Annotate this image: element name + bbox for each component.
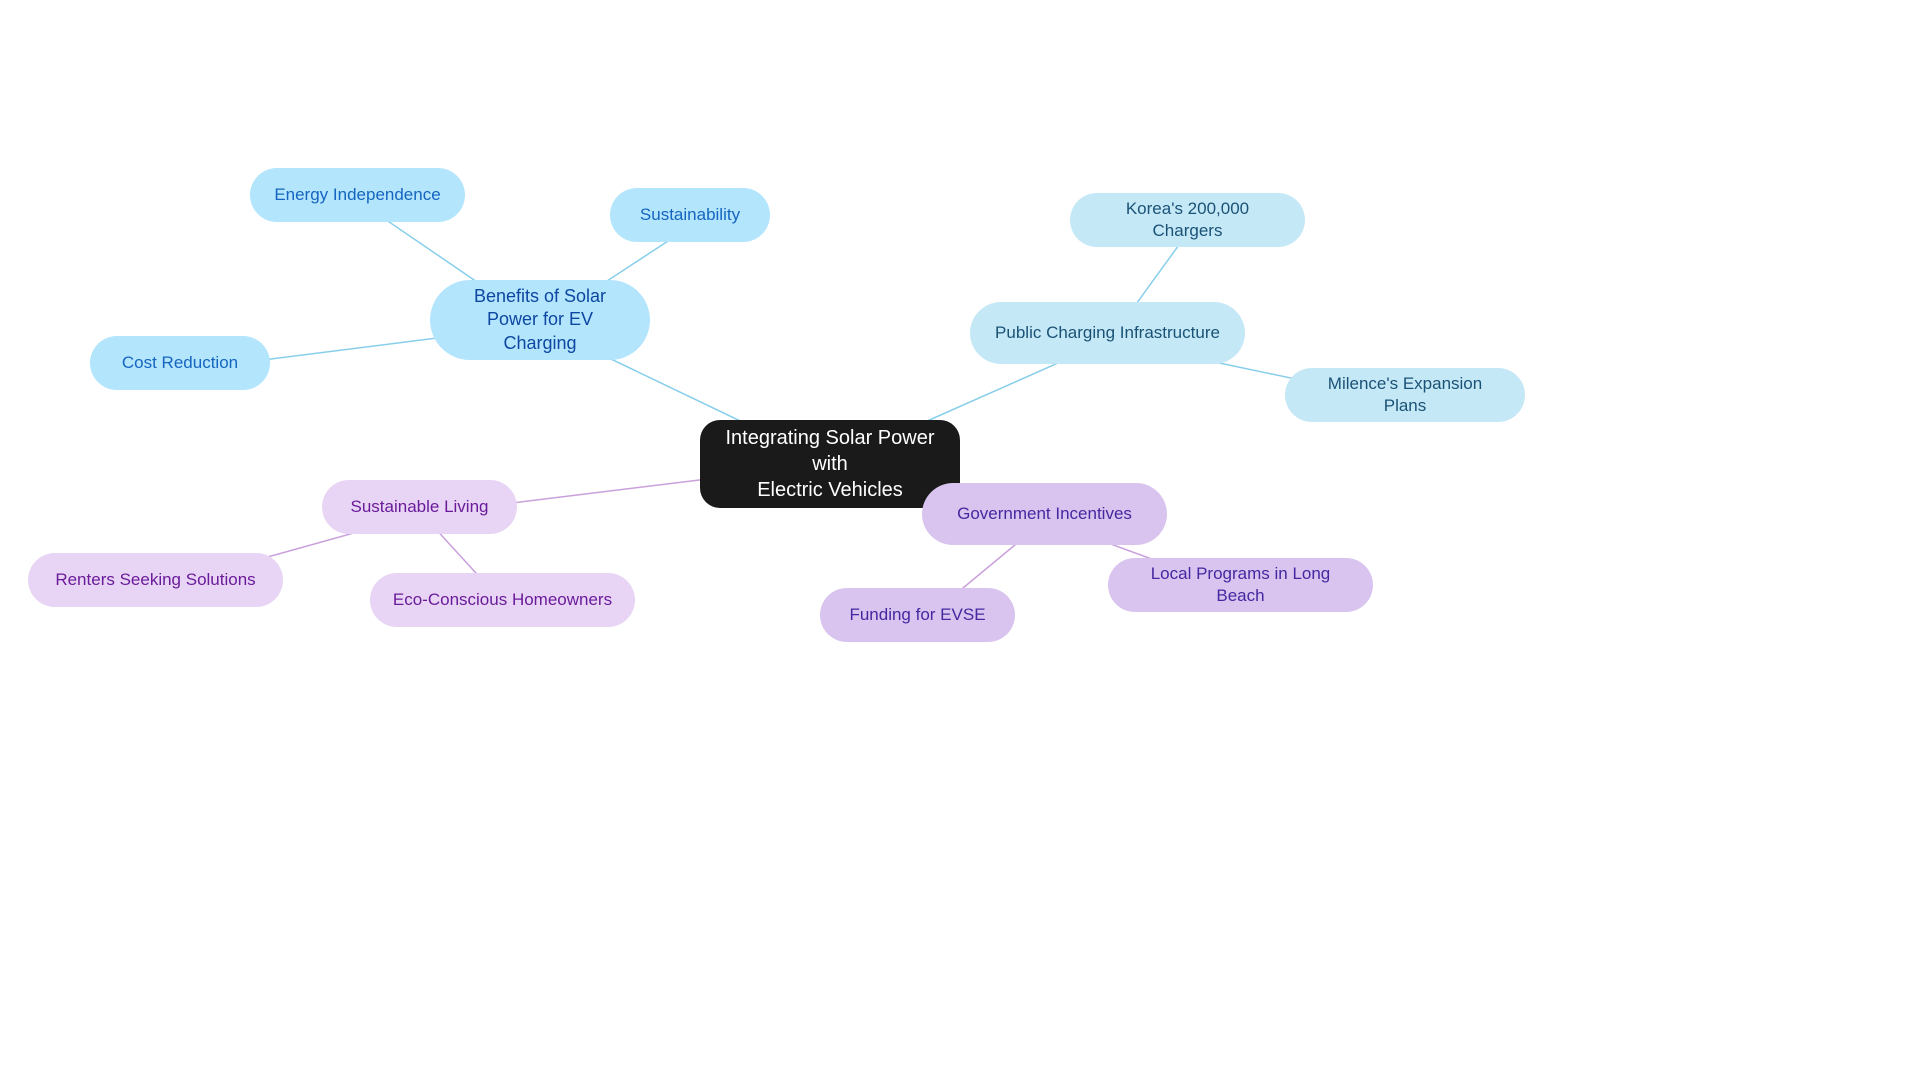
koreas-chargers-node[interactable]: Korea's 200,000 Chargers [1070, 193, 1305, 247]
milence-expansion-node[interactable]: Milence's Expansion Plans [1285, 368, 1525, 422]
public-charging-node[interactable]: Public Charging Infrastructure [970, 302, 1245, 364]
cost-reduction-node[interactable]: Cost Reduction [90, 336, 270, 390]
renters-seeking-node[interactable]: Renters Seeking Solutions [28, 553, 283, 607]
sustainable-living-node[interactable]: Sustainable Living [322, 480, 517, 534]
sustainability-node[interactable]: Sustainability [610, 188, 770, 242]
eco-homeowners-node[interactable]: Eco-Conscious Homeowners [370, 573, 635, 627]
government-incentives-node[interactable]: Government Incentives [922, 483, 1167, 545]
local-programs-node[interactable]: Local Programs in Long Beach [1108, 558, 1373, 612]
center-node[interactable]: Integrating Solar Power with Electric Ve… [700, 420, 960, 508]
funding-evse-node[interactable]: Funding for EVSE [820, 588, 1015, 642]
energy-independence-node[interactable]: Energy Independence [250, 168, 465, 222]
benefits-node[interactable]: Benefits of Solar Power for EV Charging [430, 280, 650, 360]
